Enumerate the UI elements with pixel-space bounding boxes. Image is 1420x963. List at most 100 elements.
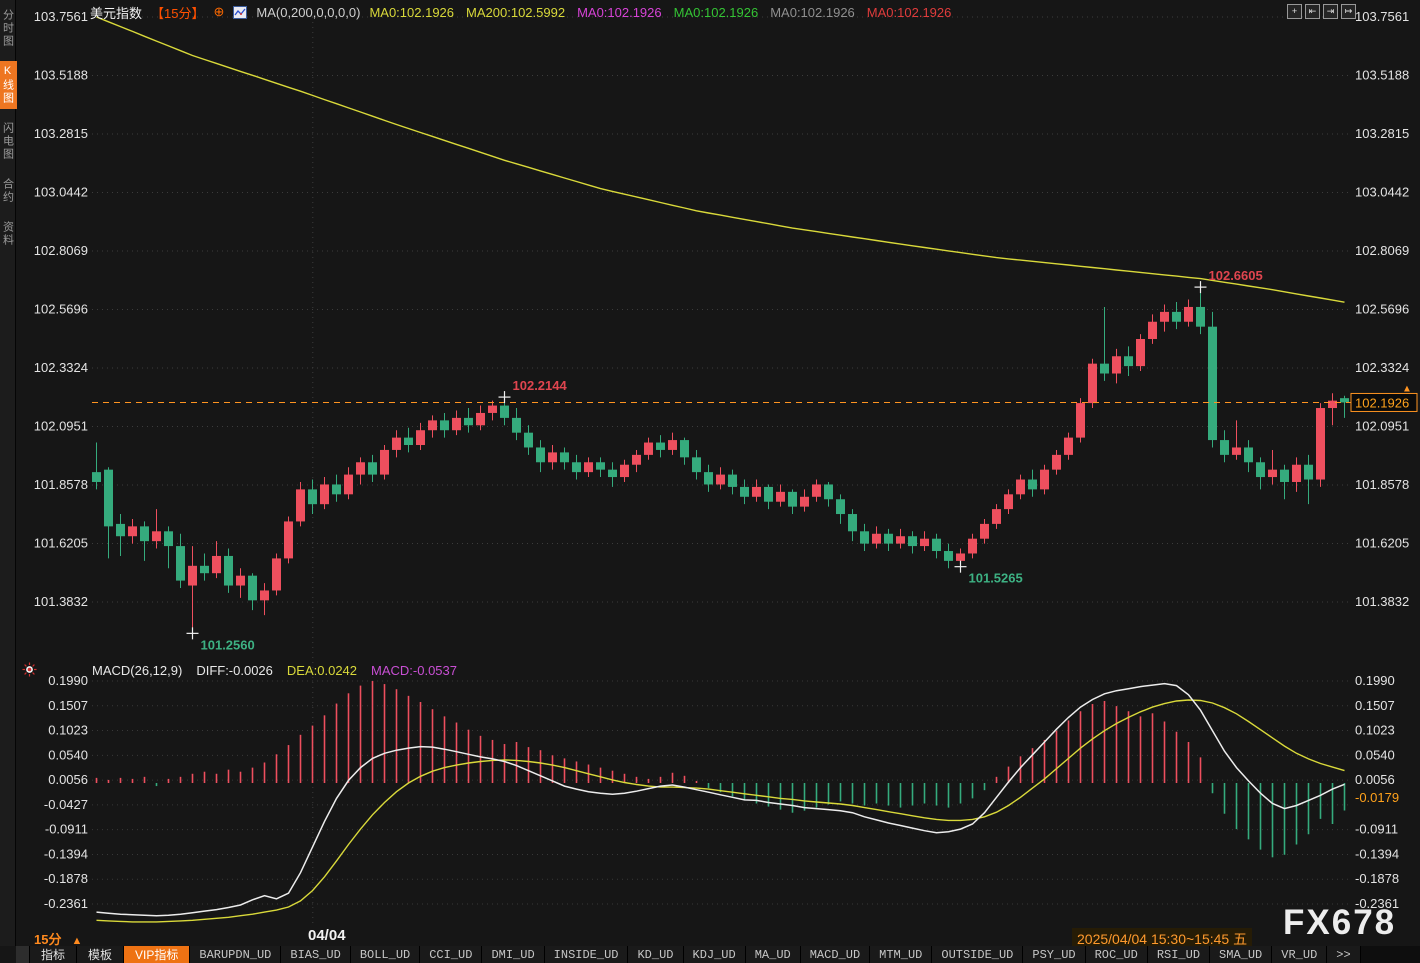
tab-dmi_ud[interactable]: DMI_UD	[482, 946, 545, 963]
tab-bias_ud[interactable]: BIAS_UD	[281, 946, 351, 963]
tab-cci_ud[interactable]: CCI_UD	[420, 946, 483, 963]
sidebar-item-4[interactable]: 资料	[0, 217, 17, 251]
tab-[interactable]: 模板	[77, 946, 125, 963]
app-root: 102.1926 ▲ 102.2144 101.2560 101.5265 102.660…	[0, 0, 1420, 963]
brand-watermark: FX678	[1283, 903, 1397, 942]
candle	[716, 474, 725, 485]
candle	[488, 405, 497, 413]
tab-vip[interactable]: VIP指标	[124, 946, 191, 963]
indicator-settings-icon[interactable]	[22, 662, 37, 682]
high-price-annotation: 102.6605	[1209, 268, 1263, 283]
y-axis-label-left: 102.5696	[34, 302, 88, 317]
candle	[152, 531, 161, 542]
tab-kd_ud[interactable]: KD_UD	[628, 946, 684, 963]
y-axis-label-left: 101.6205	[34, 536, 88, 551]
compress-right-icon[interactable]: ⇥	[1323, 4, 1338, 19]
tab-macd_ud[interactable]: MACD_UD	[800, 946, 871, 963]
tab-ma_ud[interactable]: MA_UD	[745, 946, 801, 963]
y-axis-label-right: 103.0442	[1355, 185, 1409, 200]
candle	[692, 457, 701, 473]
candle	[224, 555, 233, 586]
tab-psy_ud[interactable]: PSY_UD	[1023, 946, 1086, 963]
candle	[1340, 398, 1349, 403]
macd-axis-label-right: -0.0911	[1355, 822, 1398, 837]
macd-axis-label-left: 0.1507	[48, 698, 88, 713]
candle	[116, 523, 125, 537]
candle	[992, 509, 1001, 524]
candle	[1196, 306, 1205, 327]
tab-rsi_ud[interactable]: RSI_UD	[1147, 946, 1211, 963]
candle	[284, 521, 293, 559]
sidebar-item-0[interactable]: 分时图	[0, 5, 17, 52]
candle	[344, 474, 353, 495]
candle	[332, 484, 341, 495]
low-price-annotation: 101.2560	[201, 637, 255, 652]
candle	[512, 417, 521, 433]
x-axis-date-label: 04/04	[308, 927, 346, 944]
candle	[1028, 479, 1037, 490]
candle	[1016, 479, 1025, 495]
y-axis-label-right: 102.0951	[1355, 419, 1409, 434]
candle	[728, 474, 737, 487]
tab-sma_ud[interactable]: SMA_UD	[1210, 946, 1273, 963]
macd-current-value: -0.0179	[1355, 790, 1399, 805]
crosshair-toggle-icon[interactable]: ⊕	[213, 4, 224, 20]
tab-boll_ud[interactable]: BOLL_UD	[350, 946, 421, 963]
candle	[464, 417, 473, 426]
ma-value-label: MA0:102.1926	[866, 4, 952, 20]
tab-barupdn_ud[interactable]: BARUPDN_UD	[190, 946, 282, 963]
candle	[188, 565, 197, 586]
sidebar-item-3[interactable]: 合约	[0, 174, 17, 208]
candle	[128, 526, 137, 537]
y-axis-label-right: 101.3832	[1355, 594, 1409, 609]
ma-values-group: MA0:102.1926 MA200:102.5992 MA0:102.1926 MA…	[369, 5, 951, 20]
y-axis-label-left: 102.8069	[34, 243, 88, 258]
tab-kdj_ud[interactable]: KDJ_UD	[683, 946, 746, 963]
candle	[164, 531, 173, 547]
candle	[740, 486, 749, 497]
compress-left-icon[interactable]: ⇤	[1305, 4, 1320, 19]
candle	[836, 499, 845, 515]
candle	[1304, 464, 1313, 480]
tab-inside_ud[interactable]: INSIDE_UD	[544, 946, 629, 963]
y-axis-label-right: 103.2815	[1355, 126, 1409, 141]
candle	[212, 555, 221, 574]
shift-right-icon[interactable]: ↦	[1341, 4, 1356, 19]
candle	[572, 462, 581, 473]
macd-axis-label-left: 0.0056	[48, 772, 88, 787]
candle	[368, 462, 377, 475]
candle	[872, 533, 881, 544]
y-axis-label-left: 102.3324	[34, 360, 88, 375]
sidebar-item-1[interactable]: K线图	[0, 61, 17, 109]
candle	[1244, 447, 1253, 463]
candlestick-panel: 102.1926▲ 102.2144 101.2560 101.5265 102.660…	[92, 16, 1418, 652]
tab-[interactable]: 指标	[30, 946, 78, 963]
candle	[1160, 311, 1169, 322]
y-axis-label-right: 101.8578	[1355, 477, 1409, 492]
tab-[interactable]: >>	[1327, 946, 1361, 963]
candle	[308, 489, 317, 505]
macd-axis-label-right: 0.1023	[1355, 723, 1395, 738]
candle	[548, 452, 557, 463]
period-tag: 【15分】	[151, 5, 205, 21]
ma-value-label: MA200:102.5992	[466, 4, 566, 20]
indicator-tab-bar: 指标 模板 VIP指标 BARUPDN_UD BIAS_UD BOLL_UD CCI_UD D…	[16, 946, 1420, 963]
tab-vr_ud[interactable]: VR_UD	[1272, 946, 1328, 963]
pan-crosshair-icon[interactable]: +	[1287, 4, 1302, 19]
candle	[656, 442, 665, 450]
candle	[1124, 356, 1133, 367]
candle	[1040, 469, 1049, 490]
macd-axis-label-left: -0.1878	[44, 871, 88, 886]
candle	[788, 491, 797, 507]
line-chart-icon[interactable]	[233, 5, 248, 19]
macd-diff-value: DIFF:-0.0026	[196, 663, 273, 678]
sidebar-item-2[interactable]: 闪电图	[0, 118, 17, 165]
candle	[776, 491, 785, 502]
candle	[92, 472, 101, 482]
candle	[404, 437, 413, 446]
tab-mtm_ud[interactable]: MTM_UD	[870, 946, 933, 963]
candle	[1064, 437, 1073, 455]
tab-roc_ud[interactable]: ROC_UD	[1085, 946, 1148, 963]
candle	[500, 405, 509, 418]
tab-outside_ud[interactable]: OUTSIDE_UD	[932, 946, 1024, 963]
